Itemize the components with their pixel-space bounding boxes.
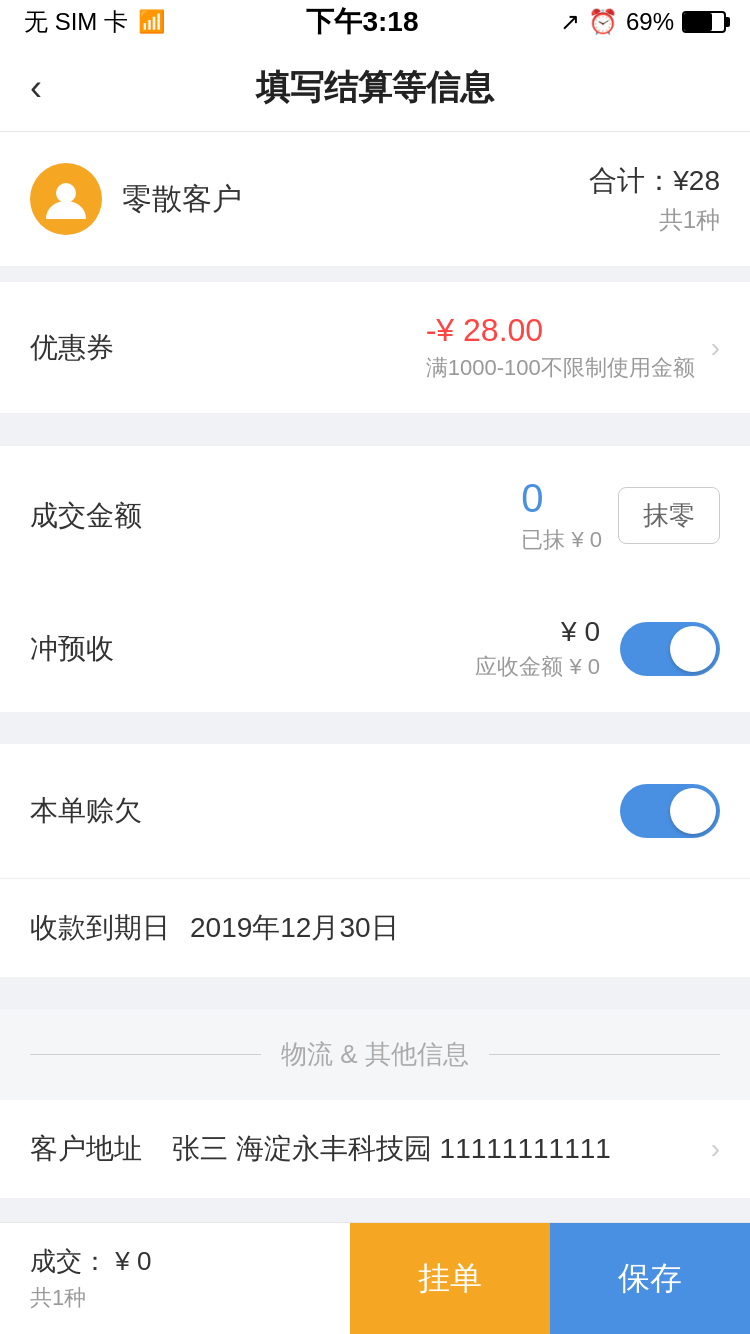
bottom-transaction: 成交： ¥ 0 [30,1244,320,1279]
save-button[interactable]: 保存 [550,1223,750,1335]
coupon-right: -¥ 28.00 满1000-100不限制使用金额 › [426,312,720,383]
coupon-amount: -¥ 28.00 [426,312,695,349]
debt-section: 本单赊欠 收款到期日 2019年12月30日 [0,744,750,977]
section-divider-1 [0,430,750,446]
due-date-value: 2019年12月30日 [190,909,399,947]
main-content: 零散客户 合计：¥28 共1种 优惠券 -¥ 28.00 满1000-100不限… [0,132,750,1334]
toggle-thumb [670,626,716,672]
section-divider-3 [0,993,750,1009]
status-left: 无 SIM 卡 📶 [24,6,165,38]
battery-fill [684,13,712,31]
address-row[interactable]: 客户地址 张三 海淀永丰科技园 11111111111 › [0,1100,750,1198]
debt-row: 本单赊欠 [0,744,750,878]
debt-label: 本单赊欠 [30,792,142,830]
carrier-label: 无 SIM 卡 [24,6,128,38]
transaction-right: 0 已抹 ¥ 0 抹零 [521,476,720,555]
status-bar: 无 SIM 卡 📶 下午3:18 ↗ ⏰ 69% [0,0,750,44]
prepayment-amount-block: ¥ 0 应收金额 ¥ 0 [475,616,600,682]
prepayment-receivable: 应收金额 ¥ 0 [475,652,600,682]
pending-button[interactable]: 挂单 [350,1223,550,1335]
customer-left: 零散客户 [30,163,242,235]
user-icon [42,175,90,223]
coupon-section: 优惠券 -¥ 28.00 满1000-100不限制使用金额 › [0,282,750,414]
due-date-row: 收款到期日 2019年12月30日 [0,878,750,977]
bottom-transaction-label: 成交： [30,1246,108,1276]
customer-name: 零散客户 [122,179,242,220]
status-right: ↗ ⏰ 69% [560,8,726,36]
prepayment-row: 冲预收 ¥ 0 应收金额 ¥ 0 [0,586,750,712]
address-chevron-icon: › [711,1133,720,1165]
transaction-amount-block: 0 已抹 ¥ 0 [521,476,602,555]
wifi-icon: 📶 [138,9,165,35]
total-amount: 合计：¥28 [589,162,720,200]
total-count: 共1种 [589,204,720,236]
address-value: 张三 海淀永丰科技园 11111111111 [172,1130,711,1168]
debt-toggle[interactable] [620,784,720,838]
status-time: 下午3:18 [306,3,418,41]
coupon-amount-block: -¥ 28.00 满1000-100不限制使用金额 [426,312,695,383]
page-title: 填写结算等信息 [256,65,494,111]
alarm-icon: ⏰ [588,8,618,36]
logistics-line-right [489,1054,720,1055]
coupon-chevron-icon: › [711,332,720,364]
bottom-transaction-value: ¥ 0 [115,1246,151,1276]
coupon-label: 优惠券 [30,329,114,367]
coupon-desc: 满1000-100不限制使用金额 [426,353,695,383]
avatar [30,163,102,235]
logistics-label: 物流 & 其他信息 [281,1037,469,1072]
location-icon: ↗ [560,8,580,36]
battery-icon [682,11,726,33]
transaction-row: 成交金额 0 已抹 ¥ 0 抹零 [0,446,750,585]
customer-row: 零散客户 合计：¥28 共1种 [0,132,750,266]
address-label: 客户地址 [30,1130,142,1168]
prepayment-label: 冲预收 [30,630,114,668]
round-off-button[interactable]: 抹零 [618,487,720,544]
prepayment-amount: ¥ 0 [475,616,600,648]
bottom-count: 共1种 [30,1283,320,1313]
address-section: 客户地址 张三 海淀永丰科技园 11111111111 › [0,1100,750,1198]
customer-right: 合计：¥28 共1种 [589,162,720,236]
prepayment-toggle[interactable] [620,622,720,676]
transaction-section: 成交金额 0 已抹 ¥ 0 抹零 冲预收 ¥ 0 应收金额 ¥ 0 [0,446,750,712]
logistics-line-left [30,1054,261,1055]
prepayment-right: ¥ 0 应收金额 ¥ 0 [475,616,720,682]
due-date-label: 收款到期日 [30,909,170,947]
logistics-section: 物流 & 其他信息 [0,1009,750,1100]
bottom-bar: 成交： ¥ 0 共1种 挂单 保存 [0,1222,750,1334]
bottom-info: 成交： ¥ 0 共1种 [0,1244,350,1313]
nav-bar: ‹ 填写结算等信息 [0,44,750,132]
transaction-value: 0 [521,476,602,521]
battery-percent: 69% [626,8,674,36]
back-button[interactable]: ‹ [30,67,42,109]
section-divider-2 [0,728,750,744]
debt-toggle-thumb [670,788,716,834]
coupon-row[interactable]: 优惠券 -¥ 28.00 满1000-100不限制使用金额 › [0,282,750,414]
transaction-label: 成交金额 [30,497,142,535]
svg-point-0 [56,183,76,203]
transaction-deducted: 已抹 ¥ 0 [521,525,602,555]
